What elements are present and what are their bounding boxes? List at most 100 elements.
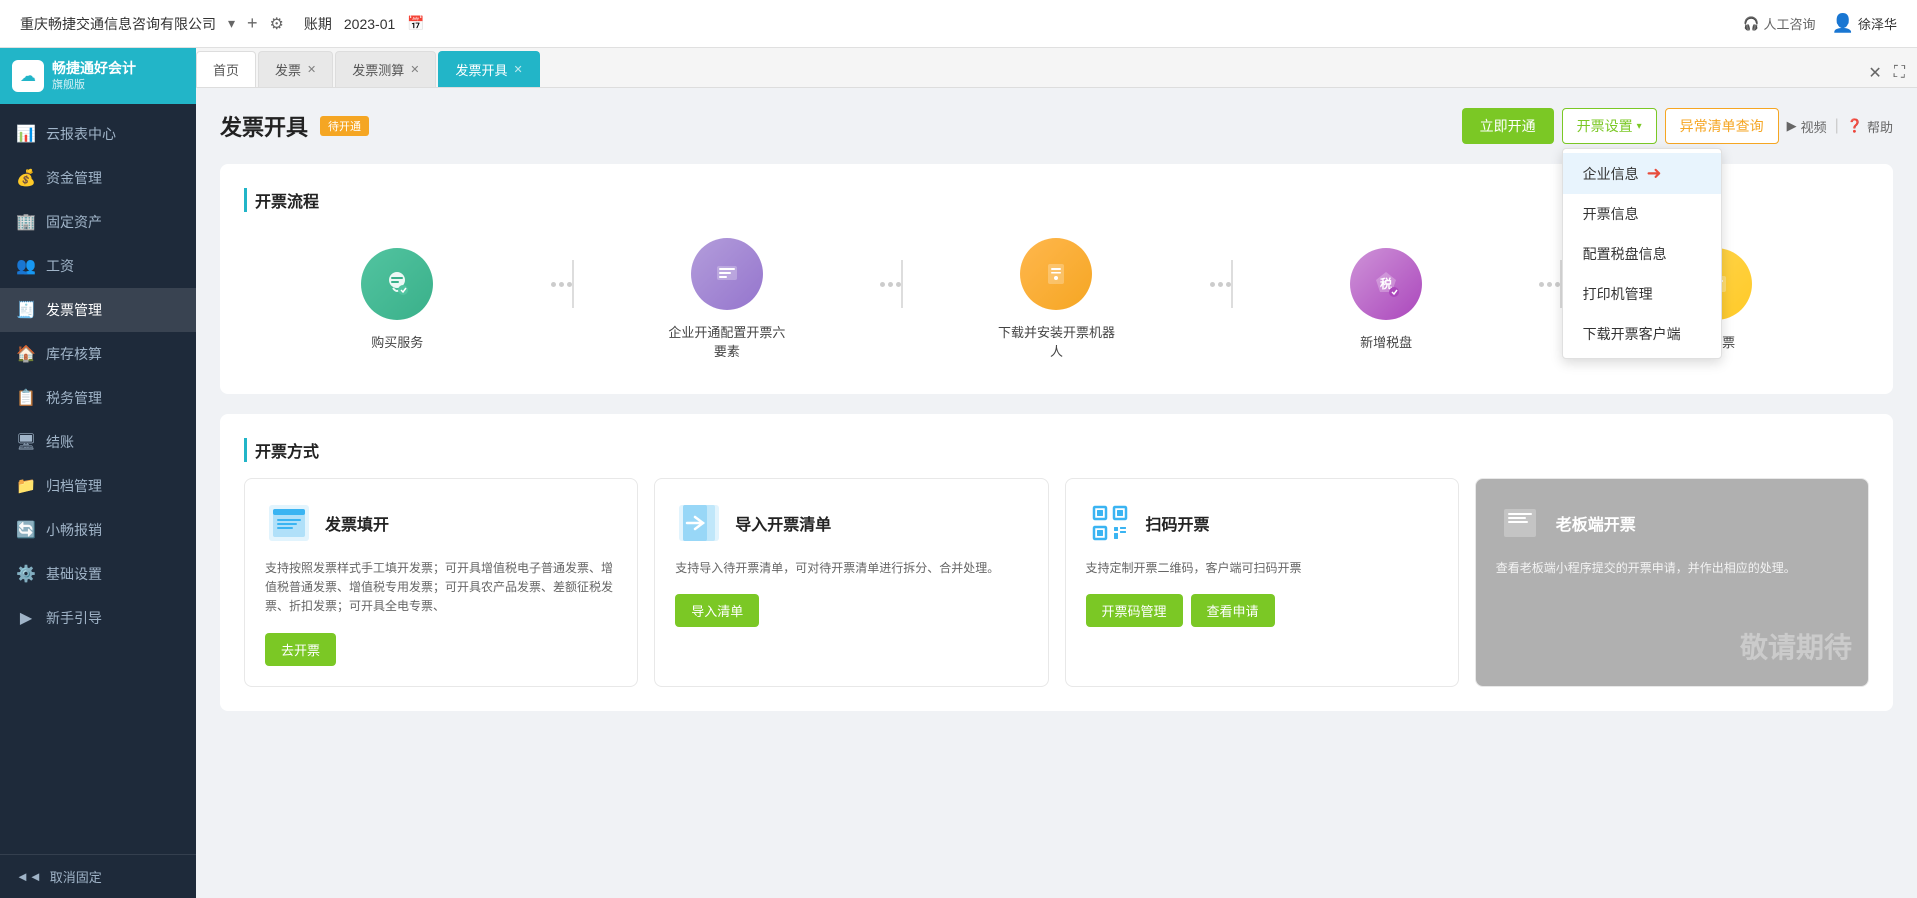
invoice-icon: 🧾 [16,300,36,320]
tabs-bar: 首页 发票 ✕ 发票测算 ✕ 发票开具 ✕ ✕ ⛶ [196,48,1917,88]
tax-icon: 📋 [16,388,36,408]
method-card-fill-header: 发票填开 [265,499,617,547]
sidebar-item-label: 库存核算 [46,344,102,364]
page-title-area: 发票开具 待开通 [220,110,369,142]
video-label: 视频 [1801,117,1827,136]
sidebar-item-fund[interactable]: 💰 资金管理 [0,156,196,200]
settle-icon: 🖥 [16,432,36,452]
menu-item-tax-disk[interactable]: 配置税盘信息 [1563,234,1721,274]
menu-item-company-info[interactable]: 企业信息 ➜ [1563,153,1721,194]
import-invoice-actions: 导入清单 [675,594,1027,627]
ai-consult-btn[interactable]: 🎧 人工咨询 [1743,14,1815,33]
page-content: 发票开具 待开通 立即开通 开票设置 ▾ 企业信息 [196,88,1917,898]
video-btn[interactable]: ▶ 视频 [1787,117,1827,136]
go-open-btn[interactable]: 去开票 [265,633,336,666]
settings-sidebar-icon: ⚙️ [16,564,36,584]
help-label: 帮助 [1867,117,1893,136]
page-actions: 立即开通 开票设置 ▾ 企业信息 ➜ [1462,108,1893,144]
flow-icon-download [1020,238,1092,310]
menu-item-printer[interactable]: 打印机管理 [1563,274,1721,314]
sidebar-item-settings[interactable]: ⚙️ 基础设置 [0,552,196,596]
menu-item-download-client[interactable]: 下载开票客户端 [1563,314,1721,354]
flow-icon-buy [361,248,433,320]
flow-step-tax: 税 新增税盘 [1233,248,1540,351]
boss-invoice-desc: 查看老板端小程序提交的开票申请，并作出相应的处理。 [1496,559,1848,578]
method-card-scan-header: 扫码开票 [1086,499,1438,547]
tab-invoice-test[interactable]: 发票测算 ✕ [335,51,436,87]
status-badge: 待开通 [320,116,369,136]
sidebar-item-inventory[interactable]: 🏠 库存核算 [0,332,196,376]
scan-invoice-actions: 开票码管理 查看申请 [1086,594,1438,627]
tab-home-label: 首页 [213,60,239,79]
cloud-report-icon: 📊 [16,124,36,144]
invoice-info-label: 开票信息 [1583,206,1639,222]
close-tab-btn[interactable]: ✕ [1864,59,1885,87]
help-circle-icon: ❓ [1847,118,1863,134]
logo-text: 畅捷通好会计 [52,60,136,77]
import-invoice-desc: 支持导入待开票清单，可对待开票清单进行拆分、合并处理。 [675,559,1027,578]
boss-invoice-icon [1496,499,1544,547]
scan-invoice-title: 扫码开票 [1146,511,1210,535]
overlay-pending-text: 敬请期待 [1740,626,1852,666]
sidebar-item-salary[interactable]: 👥 工资 [0,244,196,288]
sidebar-item-tax[interactable]: 📋 税务管理 [0,376,196,420]
tab-invoice-open[interactable]: 发票开具 ✕ [438,51,539,87]
import-list-btn[interactable]: 导入清单 [675,594,759,627]
sidebar-item-guide[interactable]: ▶ 新手引导 [0,596,196,640]
fixed-assets-icon: 🏢 [16,212,36,232]
methods-section-title: 开票方式 [244,438,1869,462]
maximize-tab-btn[interactable]: ⛶ [1890,60,1909,86]
tab-invoice-test-close[interactable]: ✕ [410,63,419,76]
sidebar-item-settle[interactable]: 🖥 结账 [0,420,196,464]
ai-consult-label: 人工咨询 [1764,14,1816,33]
sidebar-item-archive[interactable]: 📁 归档管理 [0,464,196,508]
import-invoice-title: 导入开票清单 [735,511,831,535]
settings-dropdown-btn[interactable]: 开票设置 ▾ [1562,108,1657,144]
add-company-btn[interactable]: + [247,13,258,34]
tab-home[interactable]: 首页 [196,51,256,87]
qr-manage-btn[interactable]: 开票码管理 [1086,594,1183,627]
flow-step-buy-label: 购买服务 [371,332,423,351]
settings-btn[interactable]: ⚙ [270,14,284,34]
settings-btn-label: 开票设置 [1577,116,1633,136]
logo-icon: ☁ [12,60,44,92]
help-btn[interactable]: ❓ 帮助 [1847,117,1893,136]
scan-invoice-desc: 支持定制开票二维码，客户端可扫码开票 [1086,559,1438,578]
sidebar-item-label: 资金管理 [46,168,102,188]
flow-connector-4 [1539,282,1560,317]
sidebar-item-report[interactable]: 🔄 小畅报销 [0,508,196,552]
method-card-import: 导入开票清单 支持导入待开票清单，可对待开票清单进行拆分、合并处理。 导入清单 [654,478,1048,687]
tab-invoice-open-label: 发票开具 [455,60,507,79]
user-btn[interactable]: 👤 徐泽华 [1832,13,1897,34]
flow-step-tax-label: 新增税盘 [1360,332,1412,351]
flow-icon-tax: 税 [1350,248,1422,320]
fill-invoice-actions: 去开票 [265,633,617,666]
tab-invoice-test-label: 发票测算 [352,60,404,79]
sidebar-item-invoice[interactable]: 🧾 发票管理 [0,288,196,332]
page-title: 发票开具 [220,110,308,142]
activate-btn[interactable]: 立即开通 [1462,108,1554,144]
menu-item-invoice-info[interactable]: 开票信息 [1563,194,1721,234]
sidebar-cancel-pin[interactable]: ◄◄ 取消固定 [0,854,196,898]
dropdown-arrow-icon: ▾ [1637,121,1642,132]
sidebar-item-cloud-report[interactable]: 📊 云报表中心 [0,112,196,156]
user-name: 徐泽华 [1858,14,1897,33]
exception-btn[interactable]: 异常清单查询 [1665,108,1779,144]
sidebar-item-label: 基础设置 [46,564,102,584]
method-card-scan: 扫码开票 支持定制开票二维码，客户端可扫码开票 开票码管理 查看申请 [1065,478,1459,687]
download-client-label: 下载开票客户端 [1583,326,1681,342]
tab-invoice-list-close[interactable]: ✕ [307,63,316,76]
fill-invoice-icon [265,499,313,547]
headphone-icon: 🎧 [1743,16,1759,32]
flow-connector-3 [1210,282,1231,317]
user-avatar-icon: 👤 [1832,13,1854,34]
sidebar-item-label: 归档管理 [46,476,102,496]
tab-invoice-open-close[interactable]: ✕ [514,63,523,76]
method-card-fill: 发票填开 支持按照发票样式手工填开发票；可开具增值税电子普通发票、增值税普通发票… [244,478,638,687]
import-invoice-icon [675,499,723,547]
page-header: 发票开具 待开通 立即开通 开票设置 ▾ 企业信息 [220,108,1893,144]
tab-invoice-list[interactable]: 发票 ✕ [258,51,333,87]
view-apply-btn[interactable]: 查看申请 [1191,594,1275,627]
company-dropdown-btn[interactable]: ▾ [228,15,235,32]
sidebar-item-fixed-assets[interactable]: 🏢 固定资产 [0,200,196,244]
